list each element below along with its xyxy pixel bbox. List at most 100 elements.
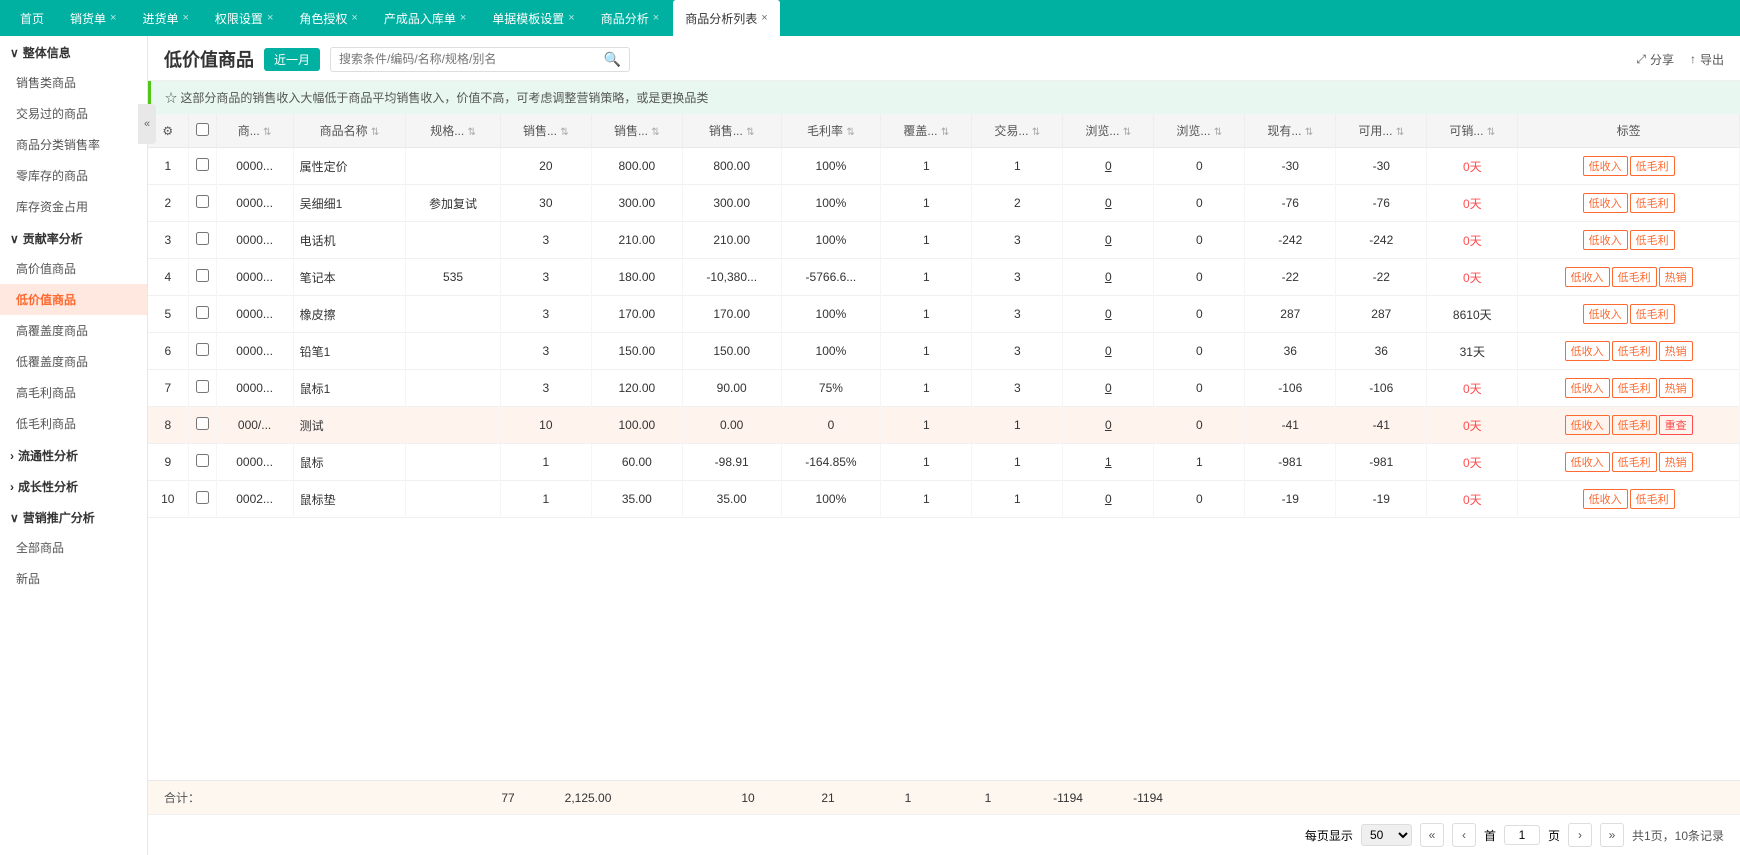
nav-permission-settings[interactable]: 权限设置 × [203,0,285,36]
browse1-link[interactable]: 1 [1105,455,1112,469]
row-margin: 0 [781,407,881,444]
nav-purchase-order[interactable]: 进货单 × [130,0,200,36]
share-button[interactable]: ⤢ 分享 [1636,51,1674,68]
col-sellable[interactable]: 可销... ⇅ [1427,114,1518,148]
row-checkbox[interactable] [196,491,209,504]
browse1-link[interactable]: 0 [1105,344,1112,358]
browse1-link[interactable]: 0 [1105,381,1112,395]
sidebar-item-high-margin[interactable]: 高毛利商品 [0,377,147,408]
col-sale-price[interactable]: 销售... ⇅ [682,114,781,148]
col-current[interactable]: 现有... ⇅ [1245,114,1336,148]
nav-product-instock[interactable]: 产成品入库单 × [372,0,478,36]
sidebar-item-inventory-capital[interactable]: 库存资金占用 [0,191,147,222]
sidebar-section-marketing[interactable]: ∨ 营销推广分析 [0,501,147,532]
col-available[interactable]: 可用... ⇅ [1336,114,1427,148]
page-size-select[interactable]: 50 100 200 [1361,824,1412,846]
row-checkbox[interactable] [196,306,209,319]
col-amount[interactable]: 销售... ⇅ [591,114,682,148]
row-spec [406,333,501,370]
close-icon[interactable]: × [182,12,188,24]
row-sellable: 31天 [1427,333,1518,370]
close-icon[interactable]: × [761,12,767,24]
table-row: 10000...属性定价20800.00800.00100%1100-30-30… [148,148,1740,185]
col-checkbox[interactable] [188,114,216,148]
row-checkbox[interactable] [196,158,209,171]
close-icon[interactable]: × [267,12,273,24]
col-browse1[interactable]: 浏览... ⇅ [1063,114,1154,148]
browse1-link[interactable]: 0 [1105,492,1112,506]
sidebar-item-high-value[interactable]: 高价值商品 [0,253,147,284]
row-amount: 300.00 [591,185,682,222]
prev-page-button[interactable]: ‹ [1452,823,1476,847]
sidebar-item-new-goods[interactable]: 新品 [0,563,147,594]
col-spec[interactable]: 规格... ⇅ [406,114,501,148]
browse1-link[interactable]: 0 [1105,270,1112,284]
col-tags[interactable]: 标签 [1518,114,1740,148]
sidebar-item-sales-goods[interactable]: 销售类商品 [0,67,147,98]
sidebar-section-growth[interactable]: › 成长性分析 [0,470,147,501]
sidebar-item-high-coverage[interactable]: 高覆盖度商品 [0,315,147,346]
sidebar-section-contribution[interactable]: ∨ 贡献率分析 [0,222,147,253]
close-icon[interactable]: × [568,12,574,24]
col-margin[interactable]: 毛利率 ⇅ [781,114,881,148]
sidebar-collapse-button[interactable]: « [138,104,156,144]
row-amount: 180.00 [591,259,682,296]
sidebar-item-low-value[interactable]: 低价值商品 [0,284,147,315]
sidebar-item-zero-stock[interactable]: 零库存的商品 [0,160,147,191]
row-coverage: 1 [881,259,972,296]
nav-sales-order[interactable]: 销货单 × [58,0,128,36]
row-checkbox[interactable] [196,454,209,467]
nav-product-analysis-list[interactable]: 商品分析列表 × [673,0,779,36]
row-amount: 35.00 [591,481,682,518]
nav-template-settings[interactable]: 单据模板设置 × [480,0,586,36]
row-spec: 535 [406,259,501,296]
browse1-link[interactable]: 0 [1105,159,1112,173]
close-icon[interactable]: × [460,12,466,24]
col-code[interactable]: 商... ⇅ [216,114,293,148]
browse1-link[interactable]: 0 [1105,233,1112,247]
nav-product-analysis[interactable]: 商品分析 × [589,0,671,36]
sidebar-item-low-coverage[interactable]: 低覆盖度商品 [0,346,147,377]
browse1-link[interactable]: 0 [1105,418,1112,432]
row-checkbox[interactable] [196,343,209,356]
row-checkbox[interactable] [196,232,209,245]
next-page-button[interactable]: › [1568,823,1592,847]
select-all-checkbox[interactable] [196,123,209,136]
page-number-input[interactable] [1504,825,1540,845]
col-coverage[interactable]: 覆盖... ⇅ [881,114,972,148]
search-icon[interactable]: 🔍 [604,51,621,68]
row-code: 0002... [216,481,293,518]
row-checkbox[interactable] [196,417,209,430]
first-page-button[interactable]: « [1420,823,1444,847]
row-num: 5 [148,296,188,333]
close-icon[interactable]: × [351,12,357,24]
browse1-link[interactable]: 0 [1105,307,1112,321]
col-transaction[interactable]: 交易... ⇅ [972,114,1063,148]
nav-home[interactable]: 首页 [8,0,56,36]
sidebar-item-traded-goods[interactable]: 交易过的商品 [0,98,147,129]
sidebar-section-overall[interactable]: ∨ 整体信息 [0,36,147,67]
nav-role-auth[interactable]: 角色授权 × [287,0,369,36]
row-checkbox[interactable] [196,195,209,208]
row-current: -242 [1245,222,1336,259]
search-input[interactable] [339,52,598,66]
row-name: 铅笔1 [293,333,406,370]
row-coverage: 1 [881,148,972,185]
sidebar-section-liquidity[interactable]: › 流通性分析 [0,439,147,470]
col-browse2[interactable]: 浏览... ⇅ [1154,114,1245,148]
close-icon[interactable]: × [110,12,116,24]
row-checkbox[interactable] [196,269,209,282]
col-name[interactable]: 商品名称 ⇅ [293,114,406,148]
export-button[interactable]: ↑ 导出 [1690,51,1724,68]
row-current: -76 [1245,185,1336,222]
row-checkbox[interactable] [196,380,209,393]
time-filter-button[interactable]: 近一月 [264,48,320,71]
col-qty[interactable]: 销售... ⇅ [500,114,591,148]
last-page-button[interactable]: » [1600,823,1624,847]
sidebar-item-low-margin[interactable]: 低毛利商品 [0,408,147,439]
close-icon[interactable]: × [653,12,659,24]
browse1-link[interactable]: 0 [1105,196,1112,210]
sidebar-item-all-goods[interactable]: 全部商品 [0,532,147,563]
row-num: 7 [148,370,188,407]
sidebar-item-category-sales-rate[interactable]: 商品分类销售率 [0,129,147,160]
